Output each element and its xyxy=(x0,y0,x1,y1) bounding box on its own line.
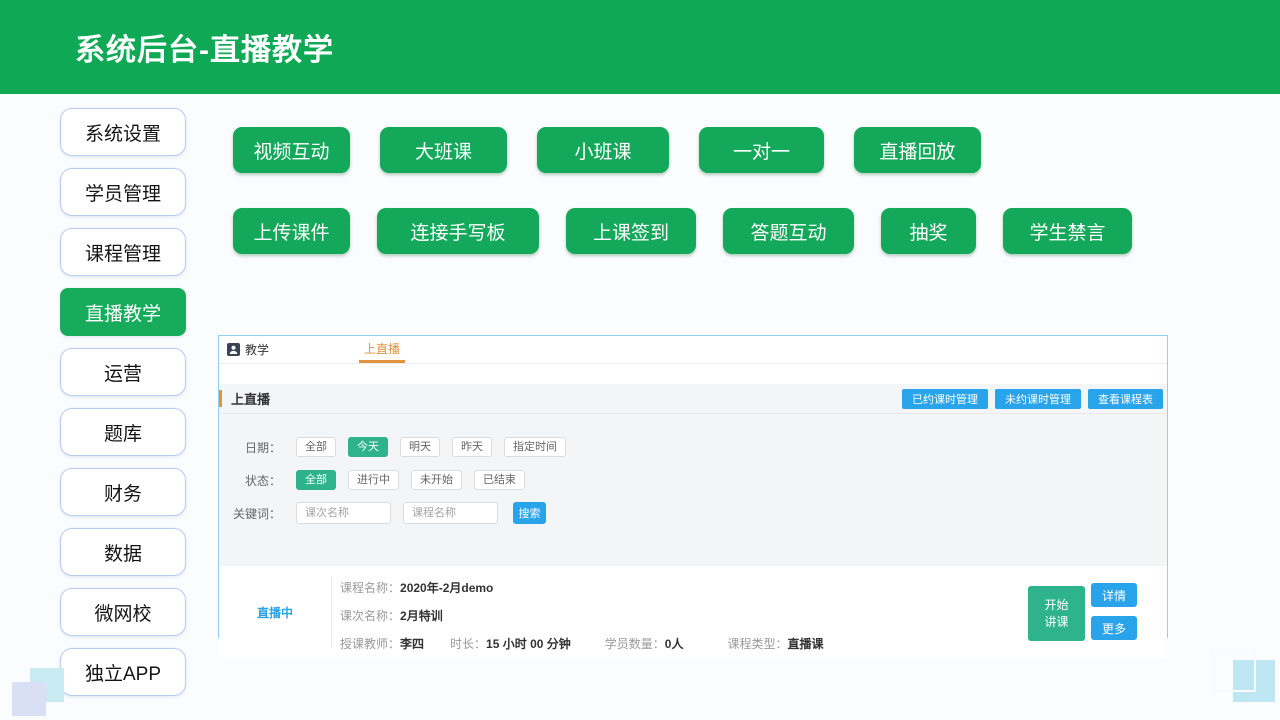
start-teaching-button[interactable]: 开始讲课 xyxy=(1028,586,1085,641)
video-interaction-button[interactable]: 视频互动 xyxy=(233,127,350,173)
connect-writing-tablet-button[interactable]: 连接手写板 xyxy=(377,208,539,254)
feature-buttons-row2: 上传课件 连接手写板 上课签到 答题互动 抽奖 学生禁言 xyxy=(233,208,1132,254)
decor-square-outline-right xyxy=(1212,648,1256,692)
section-actions: 已约课时管理 未约课时管理 查看课程表 xyxy=(902,389,1163,409)
teaching-app-icon xyxy=(227,343,240,356)
booked-lessons-button[interactable]: 已约课时管理 xyxy=(902,389,988,409)
section-header: 上直播 已约课时管理 未约课时管理 查看课程表 xyxy=(219,384,1167,414)
small-class-button[interactable]: 小班课 xyxy=(537,127,669,173)
course-list-item: 直播中 课程名称： 2020年-2月demo 课次名称： 2月特训 授课教师： … xyxy=(219,566,1167,658)
student-mute-button[interactable]: 学生禁言 xyxy=(1003,208,1132,254)
sidebar-item-system-settings[interactable]: 系统设置 xyxy=(60,108,186,156)
date-chip-today[interactable]: 今天 xyxy=(348,437,388,457)
more-button[interactable]: 更多 xyxy=(1091,616,1137,640)
date-chip-yesterday[interactable]: 昨天 xyxy=(452,437,492,457)
course-type-label: 课程类型： xyxy=(727,635,787,652)
detail-button[interactable]: 详情 xyxy=(1091,583,1137,607)
date-filter-row: 日期： 全部 今天 明天 昨天 指定时间 xyxy=(233,437,1167,457)
keyword-filter-row: 关键词： 搜索 xyxy=(233,502,1167,524)
date-filter-label: 日期： xyxy=(233,439,281,456)
lesson-name-input[interactable] xyxy=(296,502,391,524)
keyword-filter-label: 关键词： xyxy=(233,505,281,522)
status-chip-ended[interactable]: 已结束 xyxy=(474,470,525,490)
feature-buttons-row1: 视频互动 大班课 小班课 一对一 直播回放 xyxy=(233,127,981,173)
view-schedule-button[interactable]: 查看课程表 xyxy=(1088,389,1163,409)
status-chip-in-progress[interactable]: 进行中 xyxy=(348,470,399,490)
search-button[interactable]: 搜索 xyxy=(513,502,546,524)
course-type-value: 直播课 xyxy=(787,635,823,652)
sidebar-item-finance[interactable]: 财务 xyxy=(60,468,186,516)
course-name-input[interactable] xyxy=(403,502,498,524)
status-filter-row: 状态： 全部 进行中 未开始 已结束 xyxy=(233,470,1167,490)
course-meta-line: 授课教师： 李四 时长： 15 小时 00 分钟 学员数量： 0人 课程类型： … xyxy=(340,636,823,650)
upload-courseware-button[interactable]: 上传课件 xyxy=(233,208,350,254)
page-header: 系统后台-直播教学 xyxy=(0,0,1280,94)
date-chip-tomorrow[interactable]: 明天 xyxy=(400,437,440,457)
section-title: 上直播 xyxy=(231,389,270,408)
quiz-interaction-button[interactable]: 答题互动 xyxy=(723,208,854,254)
tab-go-live[interactable]: 上直播 xyxy=(359,336,405,363)
live-replay-button[interactable]: 直播回放 xyxy=(854,127,981,173)
duration-label: 时长： xyxy=(450,635,486,652)
sidebar-item-data[interactable]: 数据 xyxy=(60,528,186,576)
vertical-divider xyxy=(331,576,332,648)
live-admin-panel: 教学 上直播 上直播 已约课时管理 未约课时管理 查看课程表 日期： 全部 今天… xyxy=(218,335,1168,638)
page-title: 系统后台-直播教学 xyxy=(75,25,334,69)
sidebar: 系统设置 学员管理 课程管理 直播教学 运营 题库 财务 数据 微网校 独立AP… xyxy=(60,108,186,708)
course-name-label: 课程名称： xyxy=(340,579,400,596)
class-signin-button[interactable]: 上课签到 xyxy=(566,208,696,254)
app-label: 教学 xyxy=(245,341,269,358)
large-class-button[interactable]: 大班课 xyxy=(380,127,507,173)
teacher-label: 授课教师： xyxy=(340,635,400,652)
one-on-one-button[interactable]: 一对一 xyxy=(699,127,824,173)
teacher-value: 李四 xyxy=(400,635,424,652)
sidebar-item-course-management[interactable]: 课程管理 xyxy=(60,228,186,276)
sidebar-item-live-teaching[interactable]: 直播教学 xyxy=(60,288,186,336)
status-chip-not-started[interactable]: 未开始 xyxy=(411,470,462,490)
unbooked-lessons-button[interactable]: 未约课时管理 xyxy=(995,389,1081,409)
panel-tab-bar: 教学 上直播 xyxy=(219,336,1167,364)
course-status-badge: 直播中 xyxy=(257,604,293,621)
decor-square-lavender-left xyxy=(12,682,46,716)
status-filter-label: 状态： xyxy=(233,472,281,489)
lesson-name-value: 2月特训 xyxy=(400,607,443,624)
lottery-button[interactable]: 抽奖 xyxy=(881,208,976,254)
panel-filter-area: 上直播 已约课时管理 未约课时管理 查看课程表 日期： 全部 今天 明天 昨天 … xyxy=(219,384,1167,566)
sidebar-item-student-management[interactable]: 学员管理 xyxy=(60,168,186,216)
course-name-value: 2020年-2月demo xyxy=(400,579,493,596)
sidebar-item-standalone-app[interactable]: 独立APP xyxy=(60,648,186,696)
students-label: 学员数量： xyxy=(605,635,665,652)
sidebar-item-micro-school[interactable]: 微网校 xyxy=(60,588,186,636)
lesson-name-label: 课次名称： xyxy=(340,607,400,624)
course-info: 课程名称： 2020年-2月demo 课次名称： 2月特训 授课教师： 李四 时… xyxy=(340,580,823,664)
date-chip-all[interactable]: 全部 xyxy=(296,437,336,457)
students-value: 0人 xyxy=(665,635,684,652)
date-chip-custom-time[interactable]: 指定时间 xyxy=(504,437,566,457)
course-name-line: 课程名称： 2020年-2月demo xyxy=(340,580,823,594)
status-chip-all[interactable]: 全部 xyxy=(296,470,336,490)
sidebar-item-question-bank[interactable]: 题库 xyxy=(60,408,186,456)
section-accent-bar xyxy=(219,390,222,407)
duration-value: 15 小时 00 分钟 xyxy=(486,635,571,652)
lesson-name-line: 课次名称： 2月特训 xyxy=(340,608,823,622)
sidebar-item-operations[interactable]: 运营 xyxy=(60,348,186,396)
